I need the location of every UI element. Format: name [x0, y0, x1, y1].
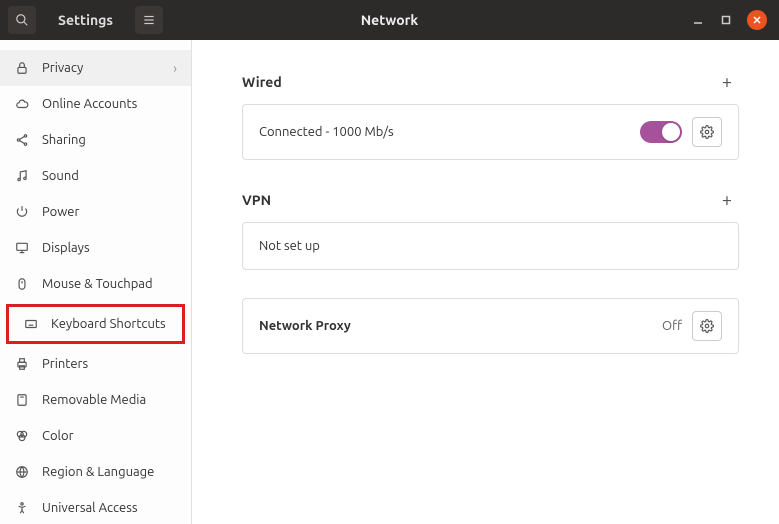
sidebar-item-color[interactable]: Color: [0, 418, 191, 454]
printer-icon: [14, 357, 30, 371]
sidebar-item-label: Mouse & Touchpad: [42, 277, 153, 291]
wired-toggle[interactable]: [640, 121, 682, 143]
minimize-icon: [693, 15, 703, 25]
toggle-knob: [662, 123, 680, 141]
proxy-settings-button[interactable]: [692, 311, 722, 341]
accessibility-icon: [14, 501, 30, 515]
cloud-icon: [14, 97, 30, 111]
display-icon: [14, 241, 30, 255]
wired-status-label: Connected - 1000 Mb/s: [259, 125, 640, 139]
sidebar-item-displays[interactable]: Displays: [0, 230, 191, 266]
vpn-section-title: VPN: [242, 192, 271, 208]
sidebar-item-privacy[interactable]: Privacy ›: [0, 50, 191, 86]
globe-icon: [14, 465, 30, 479]
color-icon: [14, 429, 30, 443]
removable-media-icon: [14, 393, 30, 407]
proxy-status: Off: [662, 319, 682, 333]
sidebar-item-label: Power: [42, 205, 79, 219]
sidebar-item-label: Sharing: [42, 133, 86, 147]
sidebar-item-sharing[interactable]: Sharing: [0, 122, 191, 158]
wired-settings-button[interactable]: [692, 117, 722, 147]
maximize-button[interactable]: [719, 13, 733, 27]
highlighted-item-box: Keyboard Shortcuts: [6, 304, 185, 344]
wired-section-title: Wired: [242, 74, 282, 90]
sidebar-item-label: Printers: [42, 357, 88, 371]
close-button[interactable]: [747, 10, 767, 30]
sidebar-item-region[interactable]: Region & Language: [0, 454, 191, 490]
sidebar-item-label: Removable Media: [42, 393, 146, 407]
power-icon: [14, 205, 30, 219]
sidebar-item-label: Sound: [42, 169, 79, 183]
sidebar-item-label: Color: [42, 429, 74, 443]
lock-icon: [14, 61, 30, 75]
sidebar-item-power[interactable]: Power: [0, 194, 191, 230]
page-title: Network: [361, 12, 419, 28]
chevron-right-icon: ›: [173, 60, 177, 76]
gear-icon: [700, 319, 714, 333]
vpn-status-label: Not set up: [259, 239, 722, 253]
sidebar-item-label: Universal Access: [42, 501, 137, 515]
minimize-button[interactable]: [691, 13, 705, 27]
add-vpn-button[interactable]: +: [715, 188, 739, 212]
search-button[interactable]: [8, 6, 36, 34]
sidebar-item-keyboard[interactable]: Keyboard Shortcuts: [9, 307, 182, 341]
wired-card: Connected - 1000 Mb/s: [242, 104, 739, 160]
search-icon: [15, 13, 29, 27]
hamburger-icon: [142, 13, 156, 27]
sidebar-item-online-accounts[interactable]: Online Accounts: [0, 86, 191, 122]
sidebar-item-sound[interactable]: Sound: [0, 158, 191, 194]
sidebar-item-label: Region & Language: [42, 465, 154, 479]
sidebar-item-removable[interactable]: Removable Media: [0, 382, 191, 418]
sidebar-item-label: Displays: [42, 241, 90, 255]
plus-icon: +: [722, 72, 732, 92]
sidebar-item-mouse[interactable]: Mouse & Touchpad: [0, 266, 191, 302]
content-pane: Wired + Connected - 1000 Mb/s VPN + Not …: [192, 40, 779, 524]
sidebar-item-label: Keyboard Shortcuts: [51, 317, 166, 331]
add-wired-button[interactable]: +: [715, 70, 739, 94]
app-title: Settings: [58, 12, 113, 28]
music-icon: [14, 169, 30, 183]
maximize-icon: [721, 15, 731, 25]
close-icon: [752, 15, 762, 25]
menu-button[interactable]: [135, 6, 163, 34]
sidebar-item-universal[interactable]: Universal Access: [0, 490, 191, 524]
share-icon: [14, 133, 30, 147]
sidebar-item-printers[interactable]: Printers: [0, 346, 191, 382]
proxy-card[interactable]: Network Proxy Off: [242, 298, 739, 354]
plus-icon: +: [722, 190, 732, 210]
sidebar-item-label: Online Accounts: [42, 97, 137, 111]
gear-icon: [700, 125, 714, 139]
sidebar-item-label: Privacy: [42, 61, 83, 75]
mouse-icon: [14, 277, 30, 291]
proxy-title: Network Proxy: [259, 319, 662, 333]
keyboard-icon: [23, 317, 39, 331]
sidebar: Privacy › Online Accounts Sharing Sound …: [0, 40, 192, 524]
vpn-card: Not set up: [242, 222, 739, 270]
titlebar: Settings Network: [0, 0, 779, 40]
